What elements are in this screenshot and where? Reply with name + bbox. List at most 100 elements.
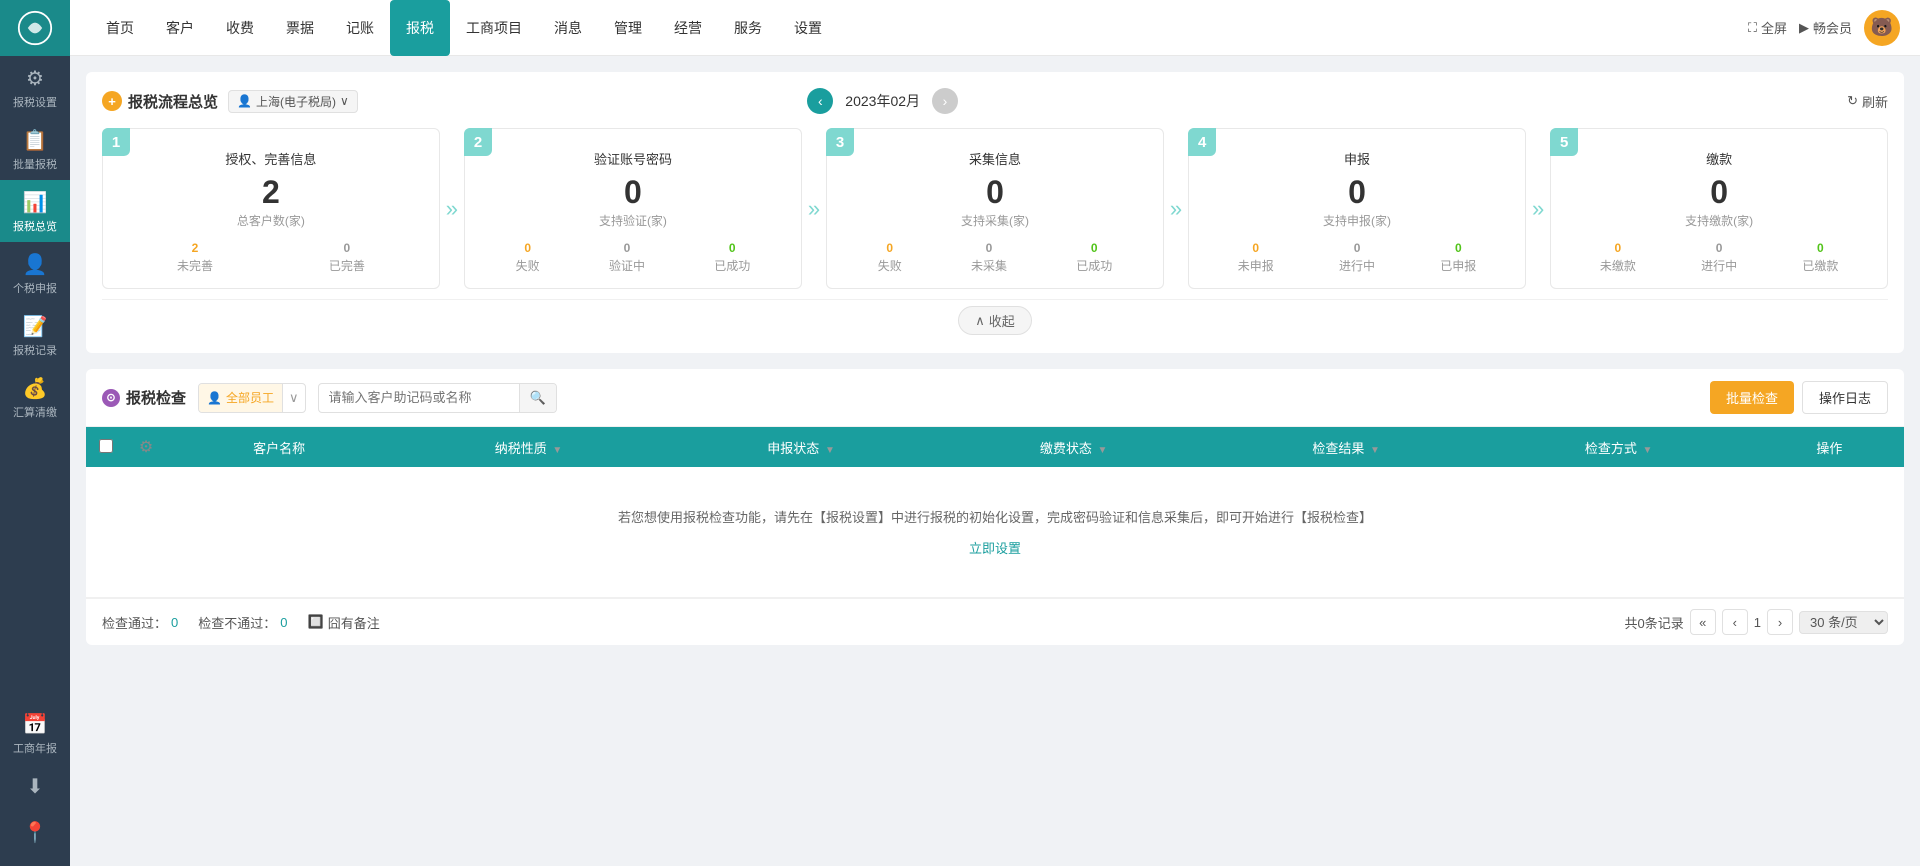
nav-item-management[interactable]: 管理	[598, 0, 658, 56]
refresh-button[interactable]: ↻ 刷新	[1847, 92, 1888, 111]
fullscreen-button[interactable]: ⛶ 全屏	[1748, 18, 1787, 37]
sidebar-item-personal-report[interactable]: 👤 个税申报	[0, 242, 70, 304]
search-box: 🔍	[318, 383, 557, 413]
sidebar-item-tax-record[interactable]: 📝 报税记录	[0, 304, 70, 366]
th-tax-nature: 纳税性质 ▼	[392, 427, 665, 467]
stat-label-success: 已成功	[714, 257, 750, 274]
nav-item-business[interactable]: 工商项目	[450, 0, 538, 56]
stat-num-success: 0	[729, 241, 736, 255]
stat-item: 0 未缴款	[1600, 241, 1636, 274]
batch-check-button[interactable]: 批量检查	[1710, 381, 1794, 414]
nav-item-settings[interactable]: 设置	[778, 0, 838, 56]
flow-title: + 报税流程总览	[102, 91, 218, 112]
collapse-button[interactable]: ∧ 收起	[958, 306, 1032, 335]
nav-item-accounting[interactable]: 记账	[330, 0, 390, 56]
setup-link[interactable]: 立即设置	[969, 541, 1021, 556]
flow-steps: 1 授权、完善信息 2 总客户数(家) 2 未完善 0 已完善	[102, 128, 1888, 289]
sidebar-item-batch-tax[interactable]: 📋 批量报税	[0, 118, 70, 180]
sidebar-item-clearing[interactable]: 💰 汇算清缴	[0, 366, 70, 428]
step-sub-5: 支持缴款(家)	[1567, 212, 1871, 229]
step-title-2: 验证账号密码	[481, 149, 785, 168]
tax-check-table: ⚙ 客户名称 纳税性质 ▼ 申报状态 ▼	[86, 427, 1904, 598]
stat-label-verifying: 验证中	[609, 257, 645, 274]
sidebar-item-label: 汇算清缴	[13, 404, 57, 420]
prev-month-button[interactable]: ‹	[807, 88, 833, 114]
check-footer: 检查通过： 0 检查不通过： 0 🔲 囧有备注 共0条记录 « ‹ 1 ›	[86, 598, 1904, 645]
nav-item-fees[interactable]: 收费	[210, 0, 270, 56]
avatar[interactable]: 🐻	[1864, 10, 1900, 46]
sidebar-item-tax-overview[interactable]: 📊 报税总览	[0, 180, 70, 242]
nav-item-invoices[interactable]: 票据	[270, 0, 330, 56]
nav-item-tax[interactable]: 报税	[390, 0, 450, 56]
stat-item: 0 已成功	[1076, 241, 1112, 274]
location-person-icon: 👤	[237, 94, 252, 108]
nav-item-operations[interactable]: 经营	[658, 0, 718, 56]
sidebar-bottom: 📅 工商年报 ⬇ 📍	[0, 702, 70, 866]
sidebar-item-download[interactable]: ⬇	[0, 764, 70, 810]
personal-report-icon: 👤	[23, 252, 48, 277]
check-title: ⊙ 报税检查	[102, 387, 186, 408]
staff-selector[interactable]: 👤 全部员工 ∨	[198, 383, 305, 413]
sidebar-item-tax-settings[interactable]: ⚙ 报税设置	[0, 56, 70, 118]
stat-item: 0 已成功	[714, 241, 750, 274]
operation-log-button[interactable]: 操作日志	[1802, 381, 1888, 414]
step-title-5: 缴款	[1567, 149, 1871, 168]
note-stat: 🔲 囧有备注	[308, 613, 380, 632]
page-size-select[interactable]: 30 条/页 50 条/页 100 条/页	[1799, 611, 1888, 634]
empty-row: 若您想使用报税检查功能，请先在【报税设置】中进行报税的初始化设置，完成密码验证和…	[86, 467, 1904, 598]
stat-num-complete: 0	[343, 241, 350, 255]
stat-item: 0 已完善	[329, 241, 365, 274]
column-settings-icon[interactable]: ⚙	[139, 439, 153, 456]
search-input[interactable]	[319, 390, 519, 405]
pass-count[interactable]: 0	[171, 615, 178, 630]
member-button[interactable]: ▶ 畅会员	[1799, 18, 1852, 37]
next-month-button[interactable]: ›	[932, 88, 958, 114]
current-month: 2023年02月	[845, 91, 920, 111]
nav-item-service[interactable]: 服务	[718, 0, 778, 56]
topnav-right: ⛶ 全屏 ▶ 畅会员 🐻	[1748, 10, 1900, 46]
step-num-3: 3	[826, 128, 854, 156]
stat-item: 0 验证中	[609, 241, 645, 274]
stat-item: 2 未完善	[177, 241, 213, 274]
month-nav: ‹ 2023年02月 ›	[807, 88, 958, 114]
step-title-4: 申报	[1205, 149, 1509, 168]
step-num-4: 4	[1188, 128, 1216, 156]
flow-overview-card: + 报税流程总览 👤 上海(电子税局) ∨ ‹ 2023年02月 › ↻ 刷新	[86, 72, 1904, 353]
th-settings: ⚙	[126, 427, 166, 467]
step-sub-4: 支持申报(家)	[1205, 212, 1509, 229]
note-icon: 🔲	[308, 614, 324, 630]
current-page: 1	[1754, 615, 1761, 630]
step-title-1: 授权、完善信息	[119, 149, 423, 168]
stat-num-incomplete: 2	[192, 241, 199, 255]
flow-card-header: + 报税流程总览 👤 上海(电子税局) ∨ ‹ 2023年02月 › ↻ 刷新	[102, 88, 1888, 114]
sidebar-item-annual-report[interactable]: 📅 工商年报	[0, 702, 70, 764]
table-wrapper: ⚙ 客户名称 纳税性质 ▼ 申报状态 ▼	[86, 427, 1904, 598]
empty-tip-text: 若您想使用报税检查功能，请先在【报税设置】中进行报税的初始化设置，完成密码验证和…	[86, 507, 1904, 526]
stat-item: 0 进行中	[1339, 241, 1375, 274]
location-selector[interactable]: 👤 上海(电子税局) ∨	[228, 90, 358, 113]
flow-step-1: 1 授权、完善信息 2 总客户数(家) 2 未完善 0 已完善	[102, 128, 440, 289]
filter-icon: ▼	[1097, 445, 1107, 456]
sidebar-item-location[interactable]: 📍	[0, 810, 70, 856]
fail-count[interactable]: 0	[280, 615, 287, 630]
nav-item-messages[interactable]: 消息	[538, 0, 598, 56]
step-stats-5: 0 未缴款 0 进行中 0 已缴款	[1567, 241, 1871, 274]
select-all-checkbox[interactable]	[99, 439, 113, 453]
th-checkbox	[86, 427, 126, 467]
prev-page-button[interactable]: ‹	[1722, 609, 1748, 635]
step-stats-1: 2 未完善 0 已完善	[119, 241, 423, 274]
step-num-2: 2	[464, 128, 492, 156]
nav-item-home[interactable]: 首页	[90, 0, 150, 56]
collapse-icon: ∧	[975, 313, 985, 329]
refresh-icon: ↻	[1847, 93, 1858, 109]
filter-icon: ▼	[825, 445, 835, 456]
fullscreen-icon: ⛶	[1748, 20, 1757, 36]
search-button[interactable]: 🔍	[519, 384, 556, 412]
next-page-button[interactable]: ›	[1767, 609, 1793, 635]
first-page-button[interactable]: «	[1690, 609, 1716, 635]
stat-label-complete: 已完善	[329, 257, 365, 274]
nav-item-clients[interactable]: 客户	[150, 0, 210, 56]
staff-dropdown-button[interactable]: ∨	[283, 390, 305, 406]
chevron-down-icon: ∨	[340, 94, 349, 108]
tax-record-icon: 📝	[23, 314, 48, 339]
